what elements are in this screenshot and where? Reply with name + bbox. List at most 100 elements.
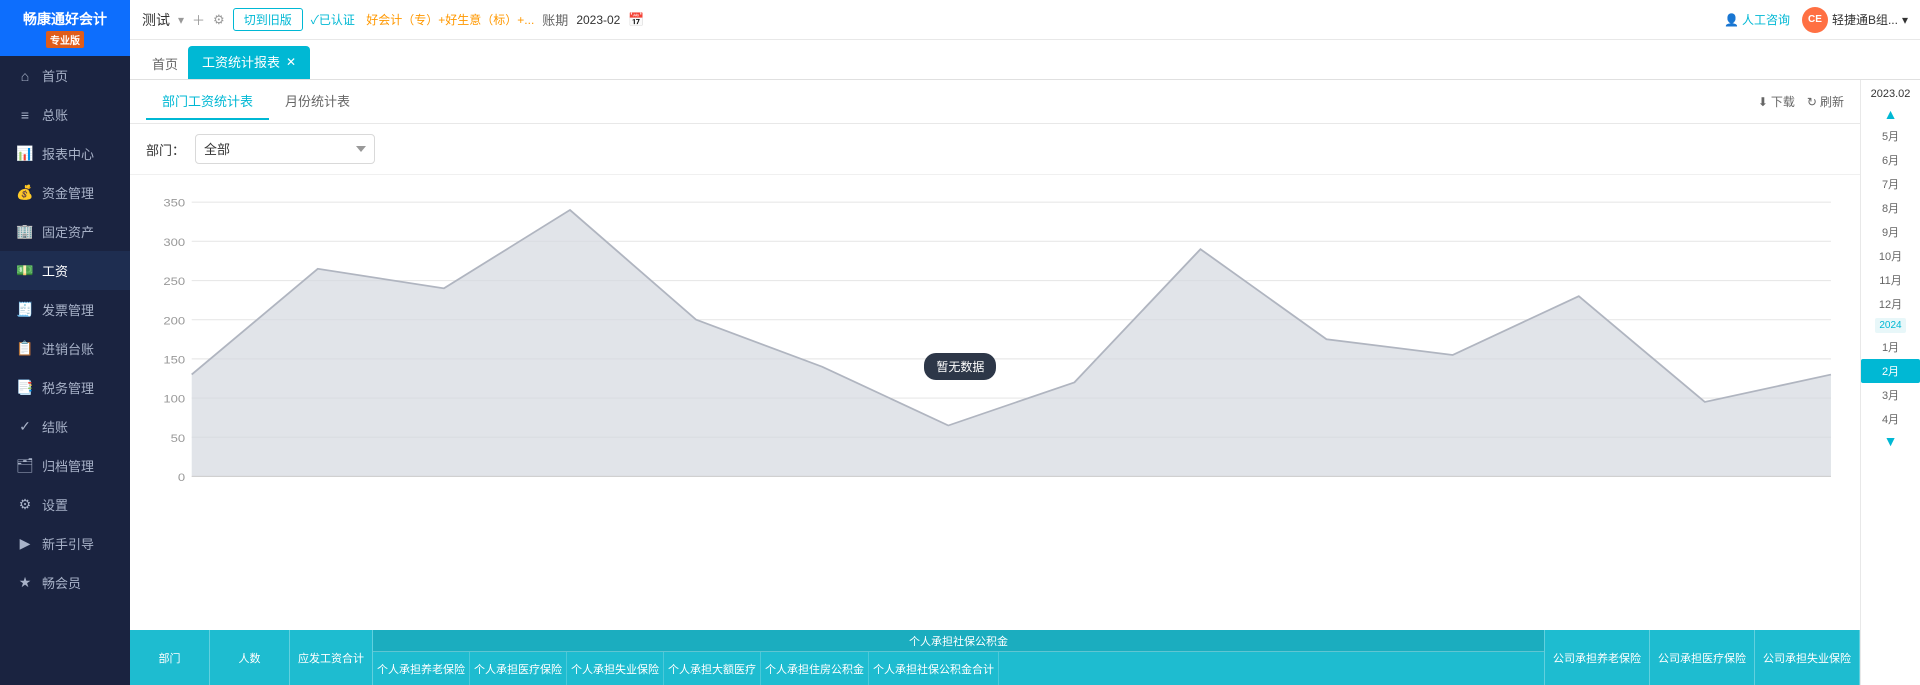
date-year: 2023.02	[1861, 84, 1920, 104]
sidebar-icon-payroll: 💵	[16, 262, 34, 279]
sidebar-label-reports: 报表中心	[42, 144, 94, 163]
sidebar-item-ledger[interactable]: ≡总账	[0, 95, 130, 134]
certified-tag: ✓已认证	[311, 11, 355, 28]
dept-filter-label: 部门：	[146, 140, 185, 159]
sidebar-label-member: 畅会员	[42, 573, 81, 592]
th-人数: 人数	[210, 630, 290, 685]
sidebar-item-member[interactable]: ★ 畅会员	[0, 563, 130, 602]
date-nav-up[interactable]: ▲	[1861, 104, 1920, 124]
period-label: 账期	[542, 10, 568, 29]
right-date-panel: 2023.02▲5月6月7月8月9月10月11月12月 2024 1月2月3月4月▼	[1860, 80, 1920, 685]
sidebar-icon-closing: ✓	[16, 418, 34, 435]
sidebar-label-assets: 固定资产	[42, 222, 94, 241]
sidebar-item-closing[interactable]: ✓ 结账	[0, 407, 130, 446]
sidebar-label-sales: 进销台账	[42, 339, 94, 358]
topbar-certified: ✓已认证 好会计（专）+好生意（标）+...	[311, 11, 535, 28]
date-month[interactable]: 6月	[1861, 148, 1920, 172]
svg-text:100: 100	[163, 392, 185, 405]
main-area: 测试 ▾ ＋ ⚙ 切到旧版 ✓已认证 好会计（专）+好生意（标）+... 账期 …	[130, 0, 1920, 685]
switch-btn[interactable]: 切到旧版	[233, 8, 303, 31]
sidebar-item-reports[interactable]: 📊 报表中心	[0, 134, 130, 173]
svg-text:250: 250	[163, 275, 185, 288]
sub-tab-monthly[interactable]: 月份统计表	[269, 83, 366, 120]
th-col-个人承担住房公积金: 个人承担住房公积金	[761, 652, 869, 685]
date-month[interactable]: 12月	[1861, 292, 1920, 316]
th-company-公司承担养老保险: 公司承担养老保险	[1545, 630, 1650, 685]
topbar-add-icon[interactable]: ＋	[192, 10, 205, 29]
date-month[interactable]: 5月	[1861, 124, 1920, 148]
topbar-title: 测试	[142, 10, 170, 30]
sub-tab-actions: ⬇ 下载 ↻ 刷新	[1758, 93, 1844, 110]
sidebar-label-funds: 资金管理	[42, 183, 94, 202]
sub-tabs: 部门工资统计表 月份统计表	[146, 83, 366, 120]
download-btn[interactable]: ⬇ 下载	[1758, 93, 1795, 110]
tab-label: 工资统计报表	[202, 52, 280, 71]
tabbar: 首页 工资统计报表 ✕	[130, 40, 1920, 80]
chart-svg: 350300250200150100500	[146, 185, 1844, 505]
date-month[interactable]: 7月	[1861, 172, 1920, 196]
sidebar-item-home[interactable]: ⌂首页	[0, 56, 130, 95]
user-menu[interactable]: CE 轻捷通B组... ▾	[1802, 7, 1908, 33]
help-label: 人工咨询	[1742, 11, 1790, 28]
download-label: 下载	[1771, 93, 1795, 110]
sidebar-label-settings: 设置	[42, 495, 68, 514]
svg-text:200: 200	[163, 314, 185, 327]
filter-row: 部门： 全部销售部财务部人事部技术部	[130, 124, 1860, 175]
tags: 好会计（专）+好生意（标）+...	[366, 11, 534, 28]
sidebar-icon-guide: ▶	[16, 535, 34, 552]
date-year-2024[interactable]: 2024	[1875, 318, 1905, 333]
sidebar-nav: ⌂首页≡总账📊报表中心💰资金管理🏢固定资产💵工资🧾发票管理📋进销台账📑税务管理✓…	[0, 56, 130, 602]
sidebar-label-payroll: 工资	[42, 261, 68, 280]
svg-text:350: 350	[163, 196, 185, 209]
date-month[interactable]: 10月	[1861, 244, 1920, 268]
sidebar-label-invoice: 发票管理	[42, 300, 94, 319]
refresh-btn[interactable]: ↻ 刷新	[1807, 93, 1844, 110]
page: 部门工资统计表 月份统计表 ⬇ 下载 ↻ 刷新 部门： 全部销售部	[130, 80, 1860, 685]
sidebar-item-funds[interactable]: 💰 资金管理	[0, 173, 130, 212]
refresh-icon: ↻	[1807, 95, 1817, 109]
topbar: 测试 ▾ ＋ ⚙ 切到旧版 ✓已认证 好会计（专）+好生意（标）+... 账期 …	[130, 0, 1920, 40]
sidebar-icon-member: ★	[16, 574, 34, 591]
date-month-2024[interactable]: 4月	[1861, 407, 1920, 431]
tab-payroll-stats[interactable]: 工资统计报表 ✕	[188, 46, 310, 79]
date-month-2024[interactable]: 1月	[1861, 335, 1920, 359]
sidebar-item-settings[interactable]: ⚙ 设置	[0, 485, 130, 524]
sidebar-item-archive[interactable]: 🗂归档管理	[0, 446, 130, 485]
sub-tab-dept[interactable]: 部门工资统计表	[146, 83, 269, 120]
avatar: CE	[1802, 7, 1828, 33]
svg-text:0: 0	[178, 471, 185, 484]
topbar-settings-icon[interactable]: ⚙	[213, 12, 225, 28]
logo-sub: 专业版	[46, 31, 84, 48]
sidebar-icon-funds: 💰	[16, 184, 34, 201]
sidebar-item-guide[interactable]: ▶ 新手引导	[0, 524, 130, 563]
date-month-2024[interactable]: 2月	[1861, 359, 1920, 383]
date-month[interactable]: 8月	[1861, 196, 1920, 220]
sidebar-item-sales[interactable]: 📋进销台账	[0, 329, 130, 368]
tab-home[interactable]: 首页	[142, 48, 188, 79]
svg-text:50: 50	[171, 432, 186, 445]
sidebar-icon-settings: ⚙	[16, 496, 34, 513]
sidebar-icon-reports: 📊	[16, 145, 34, 162]
th-col-个人承担社保公积金合计: 个人承担社保公积金合计	[869, 652, 999, 685]
date-nav-down[interactable]: ▼	[1861, 431, 1920, 451]
sidebar-item-tax[interactable]: 📑税务管理	[0, 368, 130, 407]
topbar-dropdown-icon[interactable]: ▾	[178, 13, 184, 27]
tab-close-icon[interactable]: ✕	[286, 55, 296, 69]
dept-select[interactable]: 全部销售部财务部人事部技术部	[195, 134, 375, 164]
sidebar: 畅康通好会计 专业版 ⌂首页≡总账📊报表中心💰资金管理🏢固定资产💵工资🧾发票管理…	[0, 0, 130, 685]
help-btn[interactable]: 👤 人工咨询	[1724, 11, 1790, 28]
sidebar-icon-tax: 📑	[16, 379, 34, 396]
calendar-icon[interactable]: 📅	[628, 12, 644, 28]
sidebar-item-payroll[interactable]: 💵 工资	[0, 251, 130, 290]
sidebar-item-invoice[interactable]: 🧾发票管理	[0, 290, 130, 329]
th-company-公司承担失业保险: 公司承担失业保险	[1755, 630, 1860, 685]
period-value: 2023-02	[576, 13, 620, 27]
sidebar-item-assets[interactable]: 🏢固定资产	[0, 212, 130, 251]
date-month-2024[interactable]: 3月	[1861, 383, 1920, 407]
th-col-个人承担失业保险: 个人承担失业保险	[567, 652, 664, 685]
date-month[interactable]: 11月	[1861, 268, 1920, 292]
sidebar-label-guide: 新手引导	[42, 534, 94, 553]
topbar-right: 👤 人工咨询 CE 轻捷通B组... ▾	[1724, 7, 1908, 33]
sidebar-label-closing: 结账	[42, 417, 68, 436]
date-month[interactable]: 9月	[1861, 220, 1920, 244]
